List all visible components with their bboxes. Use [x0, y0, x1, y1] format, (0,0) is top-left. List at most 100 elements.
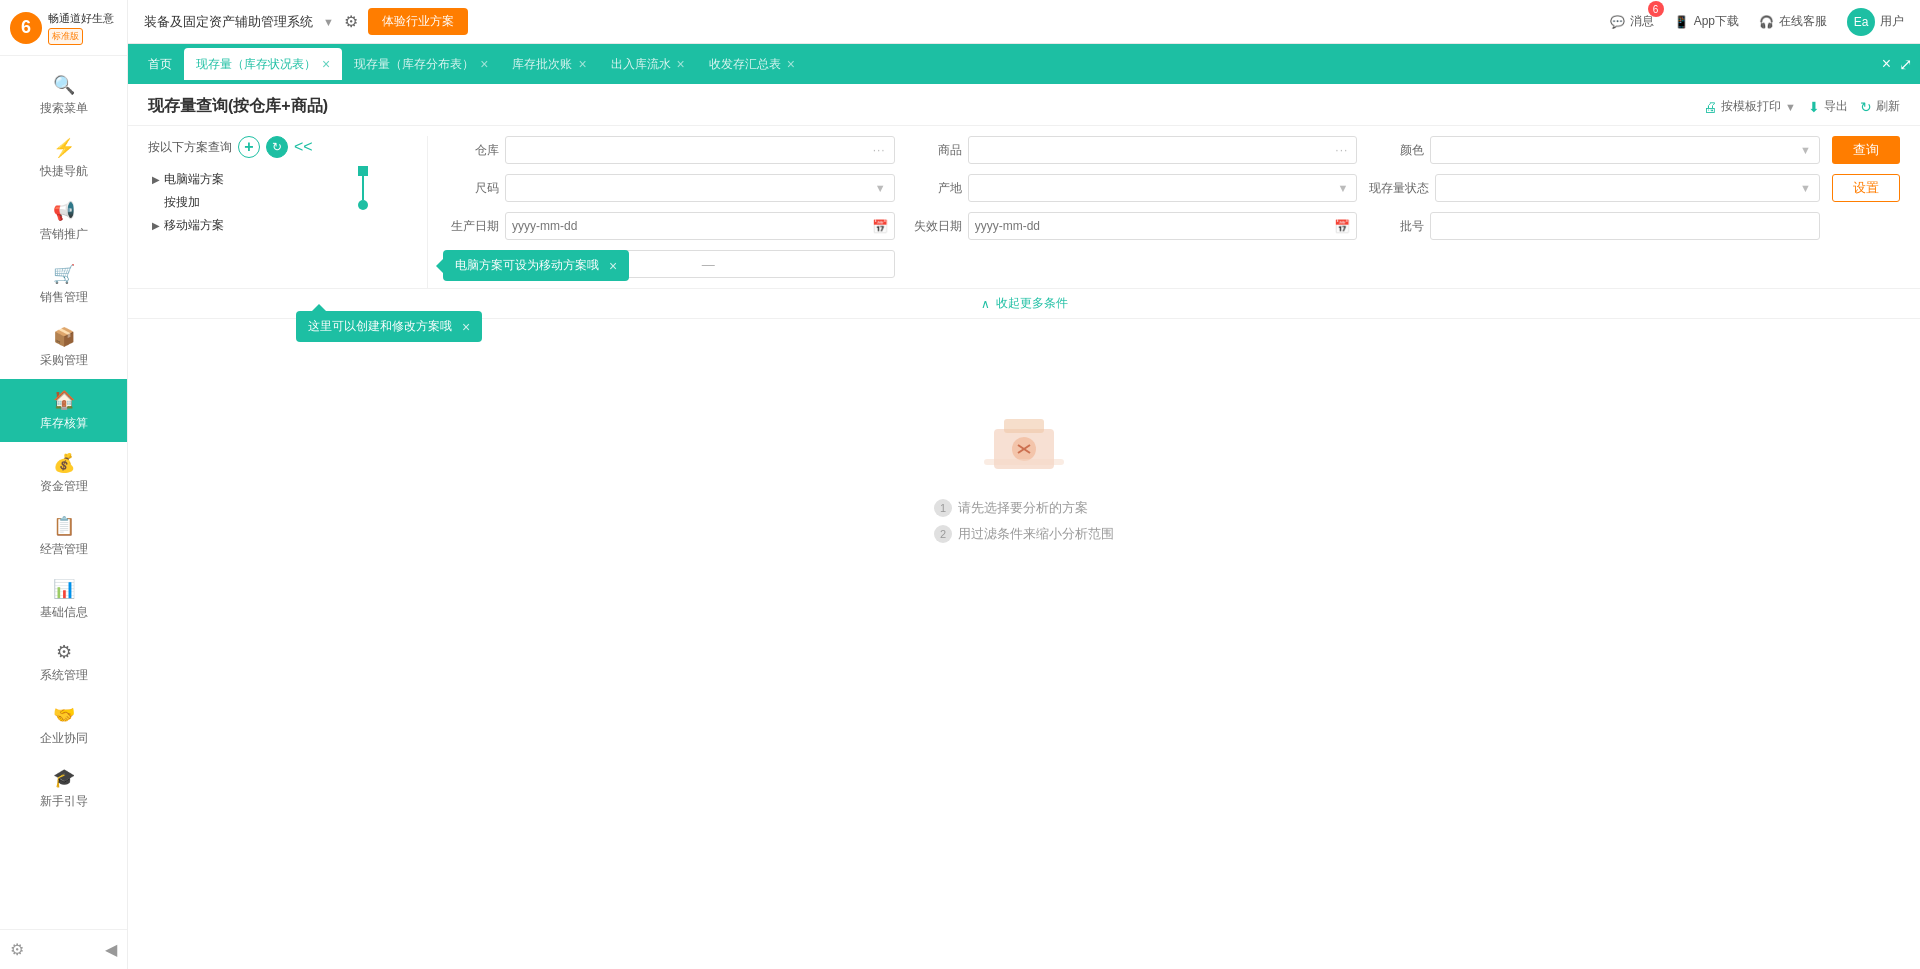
sidebar-item-system[interactable]: ⚙ 系统管理 [0, 631, 127, 694]
origin-select[interactable]: ▼ [968, 174, 1358, 202]
sidebar-bottom: ⚙ ◀ [0, 929, 127, 969]
tab-inventory-status[interactable]: 现存量（库存状况表） × [184, 48, 342, 80]
tab-close-receive[interactable]: × [787, 56, 795, 72]
settings-btn[interactable]: ⚙ [10, 940, 24, 959]
tab-inventory-distribution[interactable]: 现存量（库存分布表） × [342, 48, 500, 80]
collapse-icon: ∧ [981, 297, 990, 311]
prod-date-field: 生产日期 📅 [444, 212, 895, 240]
tab-receive-summary[interactable]: 收发存汇总表 × [697, 48, 807, 80]
refresh-icon: ↻ [1860, 99, 1872, 115]
marketing-icon: 📢 [53, 200, 75, 222]
filter-label-row: 按以下方案查询 + ↻ << [148, 136, 415, 158]
prod-date-cal-icon[interactable]: 📅 [866, 219, 894, 234]
top-header: 装备及固定资产辅助管理系统 ▼ ⚙ 体验行业方案 💬 消息 6 📱 App下载 … [128, 0, 1920, 44]
reset-btn[interactable]: 设置 [1832, 174, 1900, 202]
maximize-btn[interactable]: ⤢ [1899, 55, 1912, 74]
size-chevron: ▼ [875, 182, 886, 194]
tip-num-1: 1 [934, 499, 952, 517]
operations-icon: 📋 [53, 515, 75, 537]
connector-line [362, 176, 364, 200]
scheme-item-ansoujia[interactable]: 按搜加 [148, 191, 415, 214]
expire-date-text[interactable] [969, 219, 1329, 233]
refresh-scheme-btn[interactable]: ↻ [266, 136, 288, 158]
collapse-sidebar-btn[interactable]: ◀ [105, 940, 117, 959]
system-dropdown[interactable]: ▼ [323, 16, 334, 28]
pc-tooltip-close[interactable]: × [609, 258, 617, 274]
finance-icon: 💰 [53, 452, 75, 474]
export-icon: ⬇ [1808, 99, 1820, 115]
tab-close-inout[interactable]: × [677, 56, 685, 72]
sidebar-item-guide[interactable]: 🎓 新手引导 [0, 757, 127, 820]
inventory-icon: 🏠 [53, 389, 75, 411]
quick-nav-icon: ⚡ [53, 137, 75, 159]
stock-status-select[interactable]: ▼ [1435, 174, 1820, 202]
phone-icon: 📱 [1674, 15, 1689, 29]
scheme-mobile[interactable]: ▶ 移动端方案 [148, 214, 415, 237]
prod-date-label: 生产日期 [444, 218, 499, 235]
sidebar-item-enterprise[interactable]: 🤝 企业协同 [0, 694, 127, 757]
app-download-action[interactable]: 📱 App下载 [1674, 13, 1739, 30]
query-btn[interactable]: 查询 [1832, 136, 1900, 164]
origin-chevron: ▼ [1337, 182, 1348, 194]
sidebar-item-search[interactable]: 🔍 搜索菜单 [0, 64, 127, 127]
guide-icon: 🎓 [53, 767, 75, 789]
edit-tooltip-wrap: 这里可以创建和修改方案哦 × [296, 311, 482, 342]
sidebar-item-sales[interactable]: 🛒 销售管理 [0, 253, 127, 316]
back-btn[interactable]: << [294, 138, 313, 156]
sidebar: 6 畅通道好生意 标准版 🔍 搜索菜单 ⚡ 快捷导航 📢 营销推广 🛒 销售管理… [0, 0, 128, 969]
goods-input[interactable]: ··· [968, 136, 1358, 164]
batch-no-input[interactable] [1430, 212, 1820, 240]
sidebar-item-purchase[interactable]: 📦 采购管理 [0, 316, 127, 379]
expire-date-cal-icon[interactable]: 📅 [1328, 219, 1356, 234]
tab-batch-ledger[interactable]: 库存批次账 × [500, 48, 598, 80]
logo-icon: 6 [10, 12, 42, 44]
edit-tooltip-close[interactable]: × [462, 319, 470, 335]
support-icon: 🎧 [1759, 15, 1774, 29]
expire-date-input[interactable]: 📅 [968, 212, 1358, 240]
user-menu[interactable]: Ea 用户 [1847, 8, 1904, 36]
prod-date-input[interactable]: 📅 [505, 212, 895, 240]
tab-close-batch[interactable]: × [578, 56, 586, 72]
action-buttons: 查询 设置 [1820, 136, 1900, 288]
tab-close-distribution[interactable]: × [480, 56, 488, 72]
stock-status-label: 现存量状态 [1369, 180, 1429, 197]
print-dropdown-icon[interactable]: ▼ [1785, 101, 1796, 113]
online-support-action[interactable]: 🎧 在线客服 [1759, 13, 1827, 30]
svg-rect-1 [1004, 419, 1044, 433]
template-print-btn[interactable]: 🖨 按模板打印 ▼ [1703, 98, 1796, 115]
scheme-list: ▶ 电脑端方案 按搜加 ▶ 移动端方案 [148, 168, 415, 237]
range-separator: — [698, 257, 719, 272]
warehouse-input[interactable]: ··· [505, 136, 895, 164]
messages-action[interactable]: 💬 消息 6 [1610, 13, 1654, 30]
scheme-pc[interactable]: ▶ 电脑端方案 [148, 168, 415, 191]
color-select[interactable]: ▼ [1430, 136, 1820, 164]
export-btn[interactable]: ⬇ 导出 [1808, 98, 1848, 115]
sidebar-item-finance[interactable]: 💰 资金管理 [0, 442, 127, 505]
sidebar-nav: 🔍 搜索菜单 ⚡ 快捷导航 📢 营销推广 🛒 销售管理 📦 采购管理 🏠 库存核… [0, 56, 127, 929]
sidebar-item-operations[interactable]: 📋 经营管理 [0, 505, 127, 568]
expire-date-label: 失效日期 [907, 218, 962, 235]
stock-qty-max[interactable] [719, 257, 894, 271]
color-label: 颜色 [1369, 142, 1424, 159]
sidebar-item-quick-nav[interactable]: ⚡ 快捷导航 [0, 127, 127, 190]
prod-date-text[interactable] [506, 219, 866, 233]
experience-btn[interactable]: 体验行业方案 [368, 8, 468, 35]
print-icon: 🖨 [1703, 99, 1717, 115]
pc-tooltip-wrap: 电脑方案可设为移动方案哦 × [443, 250, 629, 281]
tip-num-2: 2 [934, 525, 952, 543]
close-all-tabs-btn[interactable]: × [1882, 55, 1891, 73]
settings-gear-btn[interactable]: ⚙ [344, 12, 358, 31]
sidebar-item-marketing[interactable]: 📢 营销推广 [0, 190, 127, 253]
refresh-btn[interactable]: ↻ 刷新 [1860, 98, 1900, 115]
dot-top [358, 166, 368, 176]
size-select[interactable]: ▼ [505, 174, 895, 202]
tab-inout-flow[interactable]: 出入库流水 × [599, 48, 697, 80]
page-header: 现存量查询(按仓库+商品) 🖨 按模板打印 ▼ ⬇ 导出 ↻ 刷新 [128, 84, 1920, 126]
sidebar-item-inventory[interactable]: 🏠 库存核算 [0, 379, 127, 442]
tab-close-inventory-status[interactable]: × [322, 56, 330, 72]
header-right: 💬 消息 6 📱 App下载 🎧 在线客服 Ea 用户 [1610, 8, 1904, 36]
sidebar-item-basic-info[interactable]: 📊 基础信息 [0, 568, 127, 631]
tab-home[interactable]: 首页 [136, 48, 184, 80]
message-badge: 6 [1648, 1, 1664, 17]
add-scheme-btn[interactable]: + [238, 136, 260, 158]
